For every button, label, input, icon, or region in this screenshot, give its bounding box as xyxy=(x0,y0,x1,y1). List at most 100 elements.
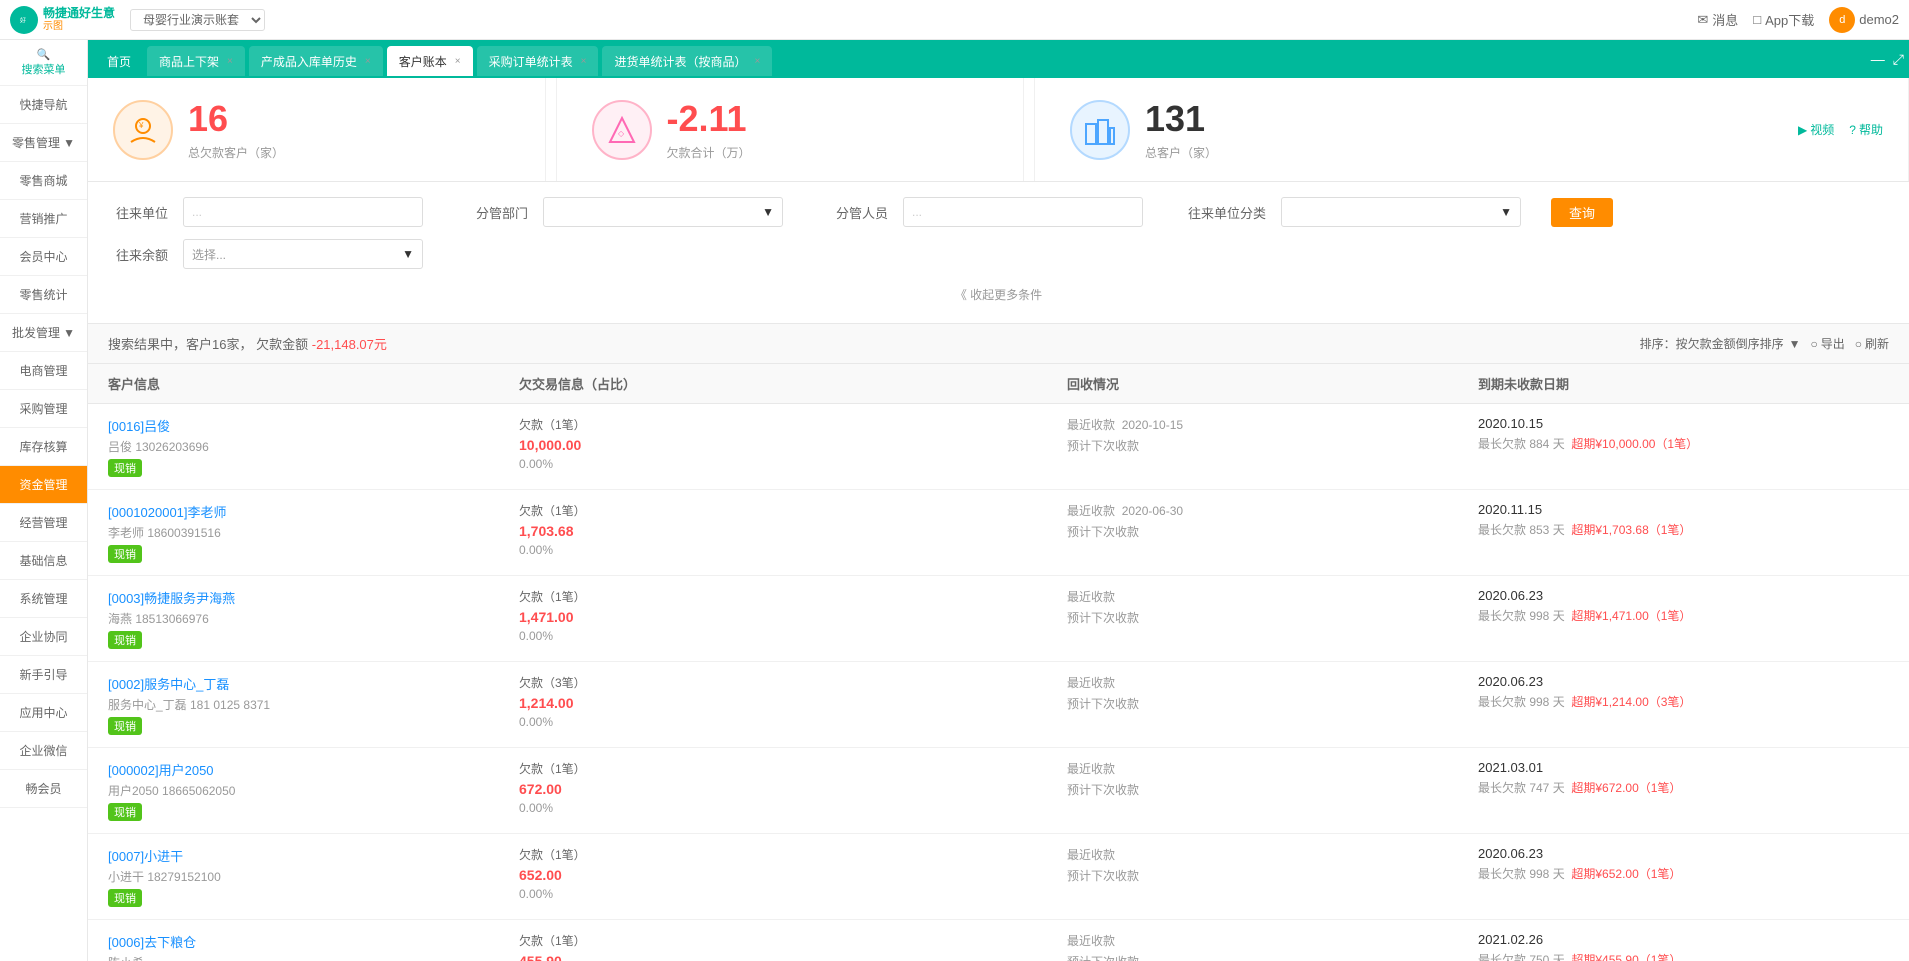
export-icon: ○ xyxy=(1810,337,1817,351)
search-button[interactable]: 查询 xyxy=(1551,198,1613,227)
refresh-btn[interactable]: ○ 刷新 xyxy=(1855,335,1889,352)
stat-card-customers: ¥ 16 总欠款客户（家） xyxy=(88,78,546,181)
sidebar-item-enterprise-collab[interactable]: 企业协同 xyxy=(0,618,87,656)
tab-purchase-order-stats[interactable]: 采购订单统计表 × xyxy=(477,46,599,76)
message-btn[interactable]: ✉ 消息 xyxy=(1697,10,1738,29)
customer-name-link[interactable]: [0002]服务中心_丁磊 xyxy=(108,674,519,693)
dept-select[interactable]: ▼ xyxy=(543,197,783,227)
sidebar-item-batch-mgmt[interactable]: 批发管理 ▼ xyxy=(0,314,87,352)
collapse-icon: 《 xyxy=(955,288,970,302)
overdue-link[interactable]: 超期¥1,471.00（1笔） xyxy=(1571,609,1691,623)
user-avatar-area[interactable]: d demo2 xyxy=(1829,7,1899,33)
sidebar-item-app-center[interactable]: 应用中心 xyxy=(0,694,87,732)
tab-close-customer-account[interactable]: × xyxy=(455,56,461,67)
result-actions: 排序：按欠款金额倒序排序 ▼ ○ 导出 ○ 刷新 xyxy=(1640,335,1889,352)
sidebar-item-inventory[interactable]: 库存核算 xyxy=(0,428,87,466)
sidebar-item-system-mgmt[interactable]: 系统管理 xyxy=(0,580,87,618)
customer-info-col: [0006]去下粮仓 陈小希 现销 xyxy=(108,932,519,961)
stat-card-top-right: ▶ 视频 ? 帮助 xyxy=(1798,121,1883,138)
search-menu-btn[interactable]: 🔍 搜索菜单 xyxy=(0,40,87,86)
tab-products-offline[interactable]: 商品上下架 × xyxy=(147,46,245,76)
table-row: [0003]畅捷服务尹海燕 海燕 18513066976 现销 欠款（1笔） 1… xyxy=(88,576,1909,662)
col-header-date: 到期未收款日期 xyxy=(1478,374,1889,393)
tab-home[interactable]: 首页 xyxy=(95,46,143,76)
sidebar-item-purchase-mgmt[interactable]: 采购管理 xyxy=(0,390,87,428)
tab-maximize-icon[interactable]: ⤢ xyxy=(1893,51,1904,68)
help-btn[interactable]: ? 帮助 xyxy=(1849,121,1883,138)
unit-category-select[interactable]: ▼ xyxy=(1281,197,1521,227)
sidebar-item-ecommerce[interactable]: 电商管理 xyxy=(0,352,87,390)
sort-label: 排序：按欠款金额倒序排序 xyxy=(1640,335,1784,352)
customer-name-link[interactable]: [0007]小进干 xyxy=(108,846,519,865)
filter-row-2: 往来余额 选择... ▼ xyxy=(108,239,1889,269)
tab-purchase-stats-product[interactable]: 进货单统计表（按商品） × xyxy=(602,46,772,76)
balance-chevron-icon: ▼ xyxy=(402,247,414,261)
stat-icon-customers: ¥ xyxy=(113,100,173,160)
status-badge: 现销 xyxy=(108,717,142,735)
balance-select[interactable]: 选择... ▼ xyxy=(183,239,423,269)
app-download-btn[interactable]: □ App下载 xyxy=(1753,10,1814,29)
debt-info-col: 欠款（1笔） 652.00 0.00% xyxy=(519,846,1067,901)
due-date-col: 2020.06.23 最长欠款 998 天 超期¥652.00（1笔） xyxy=(1478,846,1889,882)
tab-close-purchase-stats-product[interactable]: × xyxy=(754,56,760,67)
overdue-link[interactable]: 超期¥1,214.00（3笔） xyxy=(1571,695,1691,709)
sidebar-item-basic-info[interactable]: 基础信息 xyxy=(0,542,87,580)
overdue-link[interactable]: 超期¥1,703.68（1笔） xyxy=(1571,523,1691,537)
table-row: [0006]去下粮仓 陈小希 现销 欠款（1笔） 455.90 0.00% 最近… xyxy=(88,920,1909,961)
sidebar-item-retail-mgmt[interactable]: 零售管理 ▼ xyxy=(0,124,87,162)
sidebar-item-ops-mgmt[interactable]: 经营管理 xyxy=(0,504,87,542)
customer-name-link[interactable]: [0003]畅捷服务尹海燕 xyxy=(108,588,519,607)
customer-unit-input[interactable]: ... xyxy=(183,197,423,227)
sidebar-item-marketing[interactable]: 营销推广 xyxy=(0,200,87,238)
table-header: 客户信息 欠交易信息（占比） 回收情况 到期未收款日期 xyxy=(88,364,1909,404)
customer-name-link[interactable]: [0016]吕俊 xyxy=(108,416,519,435)
customer-unit-label: 往来单位 xyxy=(108,203,168,222)
person-input[interactable]: ... xyxy=(903,197,1143,227)
stat-info-amount: -2.11 欠款合计（万） xyxy=(667,98,751,161)
export-btn[interactable]: ○ 导出 xyxy=(1810,335,1844,352)
sidebar-item-member-center[interactable]: 会员中心 xyxy=(0,238,87,276)
tab-close-production-history[interactable]: × xyxy=(365,56,371,67)
unit-category-label: 往来单位分类 xyxy=(1188,203,1266,222)
stat-icon-total-customers xyxy=(1070,100,1130,160)
sidebar-item-new-guide[interactable]: 新手引导 xyxy=(0,656,87,694)
sidebar-item-retail-store[interactable]: 零售商城 xyxy=(0,162,87,200)
tab-production-history[interactable]: 产成品入库单历史 × xyxy=(249,46,383,76)
tab-close-purchase-order-stats[interactable]: × xyxy=(581,56,587,67)
demo-account-select[interactable]: 母婴行业演示账套 xyxy=(130,9,265,31)
tab-minimize-icon[interactable]: — xyxy=(1871,51,1885,68)
sidebar-item-retail-stats[interactable]: 零售统计 xyxy=(0,276,87,314)
overdue-link[interactable]: 超期¥10,000.00（1笔） xyxy=(1571,437,1698,451)
table-row: [0016]吕俊 吕俊 13026203696 现销 欠款（1笔） 10,000… xyxy=(88,404,1909,490)
sidebar-item-member-vip[interactable]: 畅会员 xyxy=(0,770,87,808)
overdue-link[interactable]: 超期¥455.90（1笔） xyxy=(1571,953,1681,961)
status-badge: 现销 xyxy=(108,889,142,907)
video-btn[interactable]: ▶ 视频 xyxy=(1798,121,1834,138)
sidebar: 🔍 搜索菜单 快捷导航 零售管理 ▼ 零售商城 营销推广 会员中心 零售统计 xyxy=(0,40,88,961)
stat-info-total-customers: 131 总客户（家） xyxy=(1145,98,1217,161)
overdue-link[interactable]: 超期¥652.00（1笔） xyxy=(1571,867,1681,881)
customer-name-link[interactable]: [0006]去下粮仓 xyxy=(108,932,519,951)
sidebar-item-capital-mgmt[interactable]: 资金管理 xyxy=(0,466,87,504)
customer-name-link[interactable]: [0001020001]李老师 xyxy=(108,502,519,521)
sidebar-item-quick-nav[interactable]: 快捷导航 xyxy=(0,86,87,124)
tab-close-products-offline[interactable]: × xyxy=(227,56,233,67)
tab-customer-account[interactable]: 客户账本 × xyxy=(387,46,473,76)
filter-area: 往来单位 ... 分管部门 ▼ 分管人员 ... 往来单位 xyxy=(88,182,1909,324)
customer-name-link[interactable]: [000002]用户2050 xyxy=(108,760,519,779)
collapse-btn[interactable]: 《 收起更多条件 xyxy=(108,281,1889,308)
return-info-col: 最近收款 2020-10-15 预计下次收款 xyxy=(1067,416,1478,454)
debt-info-col: 欠款（1笔） 455.90 0.00% xyxy=(519,932,1067,961)
balance-label: 往来余额 xyxy=(108,245,168,264)
overdue-link[interactable]: 超期¥672.00（1笔） xyxy=(1571,781,1681,795)
video-icon: ▶ xyxy=(1798,123,1807,137)
debt-info-col: 欠款（1笔） 1,703.68 0.00% xyxy=(519,502,1067,557)
sidebar-item-enterprise-wechat[interactable]: 企业微信 xyxy=(0,732,87,770)
status-badge: 现销 xyxy=(108,631,142,649)
arrow-icon: ▼ xyxy=(63,326,75,340)
table-row: [000002]用户2050 用户2050 18665062050 现销 欠款（… xyxy=(88,748,1909,834)
svg-text:¥: ¥ xyxy=(138,121,144,130)
table-row: [0002]服务中心_丁磊 服务中心_丁磊 181 0125 8371 现销 欠… xyxy=(88,662,1909,748)
sort-selector[interactable]: 排序：按欠款金额倒序排序 ▼ xyxy=(1640,335,1801,352)
content-body: ¥ 16 总欠款客户（家） ◇ xyxy=(88,78,1909,961)
